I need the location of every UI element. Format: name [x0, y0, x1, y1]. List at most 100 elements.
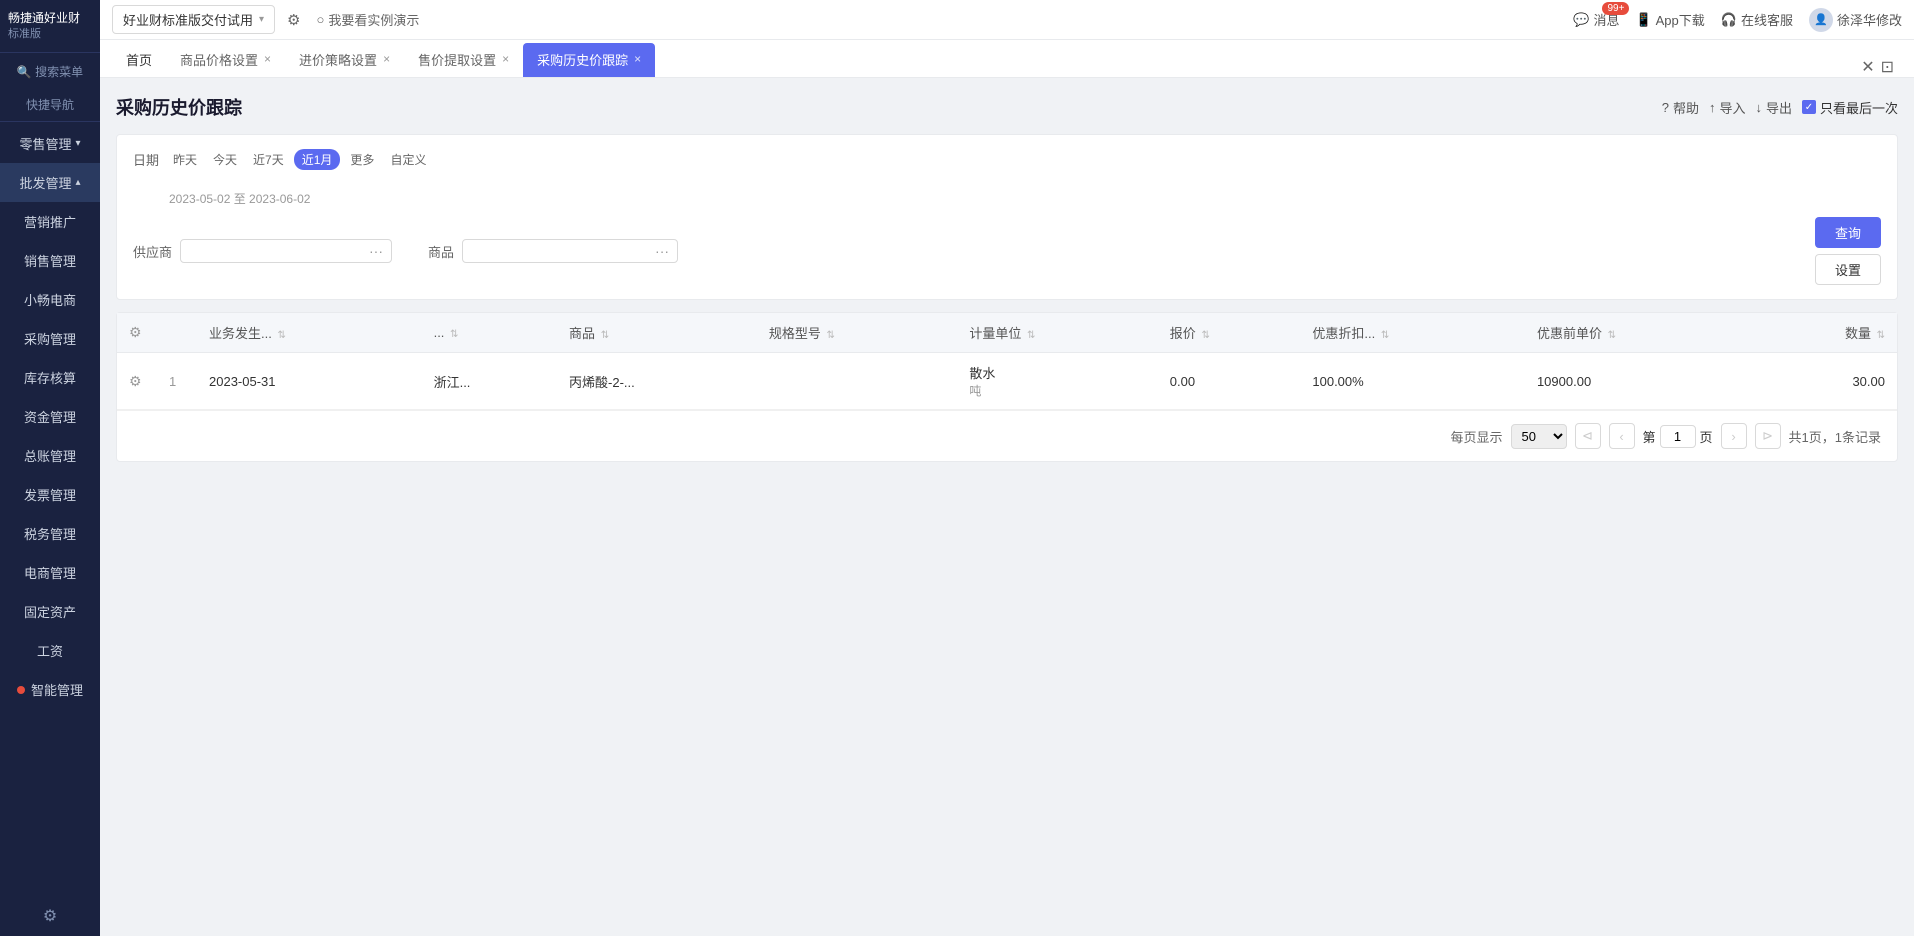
prev-page-button[interactable]: ‹	[1609, 423, 1635, 449]
topbar: 好业财标准版交付试用 ▾ ⚙ ○ 我要看实例演示 💬 消息 99+ 📱 App下…	[100, 0, 1914, 40]
product-input-wrap[interactable]: ···	[462, 239, 678, 263]
query-button[interactable]: 查询	[1815, 217, 1881, 248]
product-input[interactable]	[471, 244, 651, 259]
topbar-right: 💬 消息 99+ 📱 App下载 🎧 在线客服 👤 徐泽华修改	[1573, 8, 1902, 32]
tab-purchase-history[interactable]: 采购历史价跟踪 ×	[523, 43, 655, 77]
sort-icon[interactable]: ⇅	[1608, 330, 1616, 341]
dot-indicator	[17, 686, 25, 694]
filter-section: 日期 昨天 今天 近7天 近1月 更多 自定义 2023-05-02 至 202…	[116, 134, 1898, 300]
filter-settings-button[interactable]: 设置	[1815, 254, 1881, 285]
sidebar-item-marketing[interactable]: 营销推广	[0, 202, 100, 241]
page-number-input[interactable]	[1660, 425, 1696, 448]
sidebar-item-purchase[interactable]: 采购管理	[0, 319, 100, 358]
close-window-icon[interactable]: ✕	[1861, 57, 1874, 77]
demo-link[interactable]: ○ 我要看实例演示	[317, 10, 420, 29]
tab-bar: 首页 商品价格设置 × 进价策略设置 × 售价提取设置 × 采购历史价跟踪 × …	[100, 40, 1914, 78]
close-icon[interactable]: ×	[634, 52, 641, 66]
chevron-up-icon: ▴	[75, 177, 80, 188]
first-page-button[interactable]: ⊲	[1575, 423, 1601, 449]
sort-icon[interactable]: ⇅	[450, 329, 458, 340]
page-header: 采购历史价跟踪 ? 帮助 ↑ 导入 ↓ 导出 ✓ 只看最后一次	[116, 94, 1898, 120]
headset-icon: 🎧	[1721, 12, 1737, 28]
supplier-input[interactable]	[189, 244, 365, 259]
chevron-down-icon: ▾	[75, 138, 80, 149]
tab-home[interactable]: 首页	[112, 43, 166, 77]
date-btn-more[interactable]: 更多	[344, 149, 380, 170]
sidebar-quicknav[interactable]: 快捷导航	[0, 90, 100, 119]
sidebar-item-sales[interactable]: 销售管理	[0, 241, 100, 280]
per-page-label: 每页显示	[1450, 427, 1502, 446]
help-button[interactable]: ? 帮助	[1662, 98, 1699, 117]
product-label: 商品	[428, 242, 454, 261]
tab-product-price[interactable]: 商品价格设置 ×	[166, 43, 285, 77]
message-icon: 💬	[1573, 12, 1589, 28]
date-btn-7days[interactable]: 近7天	[247, 149, 290, 170]
export-button[interactable]: ↓ 导出	[1755, 98, 1792, 117]
date-label: 日期	[133, 150, 159, 169]
online-service-button[interactable]: 🎧 在线客服	[1721, 10, 1793, 29]
sidebar-item-retail[interactable]: 零售管理 ▾	[0, 124, 100, 163]
message-badge: 99+	[1602, 2, 1629, 15]
last-page-button[interactable]: ⊳	[1755, 423, 1781, 449]
expand-window-icon[interactable]: ⊡	[1881, 57, 1894, 77]
import-button[interactable]: ↑ 导入	[1709, 98, 1746, 117]
search-icon: 🔍	[17, 65, 32, 79]
avatar: 👤	[1809, 8, 1833, 32]
date-filter-group: 日期 昨天 今天 近7天 近1月 更多 自定义	[133, 149, 432, 170]
sidebar-item-payroll[interactable]: 工资	[0, 631, 100, 670]
table-gear-icon[interactable]: ⚙	[129, 324, 142, 340]
sidebar-item-ai[interactable]: 智能管理	[0, 670, 100, 709]
sidebar-item-finance[interactable]: 资金管理	[0, 397, 100, 436]
sidebar-item-inventory[interactable]: 库存核算	[0, 358, 100, 397]
sort-icon[interactable]: ⇅	[1381, 330, 1389, 341]
date-range-display: 2023-05-02 至 2023-06-02	[169, 190, 1881, 207]
supplier-label: 供应商	[133, 242, 172, 261]
sort-icon[interactable]: ⇅	[827, 330, 835, 341]
supplier-ellipsis-icon[interactable]: ···	[369, 243, 383, 259]
sort-icon[interactable]: ⇅	[1877, 330, 1885, 341]
sidebar-item-assets[interactable]: 固定资产	[0, 592, 100, 631]
date-btn-today[interactable]: 今天	[207, 149, 243, 170]
app-name: 畅捷通好业财 标准版	[8, 10, 92, 42]
settings-icon[interactable]: ⚙	[43, 908, 57, 925]
sort-icon[interactable]: ⇅	[601, 330, 609, 341]
close-icon[interactable]: ×	[264, 52, 271, 66]
user-menu-button[interactable]: 👤 徐泽华修改	[1809, 8, 1902, 32]
sort-icon[interactable]: ⇅	[1027, 330, 1035, 341]
tab-purchase-strategy[interactable]: 进价策略设置 ×	[285, 43, 404, 77]
product-ellipsis-icon[interactable]: ···	[655, 243, 669, 259]
close-icon[interactable]: ×	[502, 52, 509, 66]
row-gear-icon[interactable]: ⚙	[129, 373, 142, 389]
page-title: 采购历史价跟踪	[116, 94, 242, 120]
col-gear: ⚙	[117, 313, 157, 353]
edition-selector[interactable]: 好业财标准版交付试用 ▾	[112, 5, 275, 34]
per-page-select[interactable]: 20 50 100	[1511, 424, 1567, 449]
sidebar-item-invoice[interactable]: 发票管理	[0, 475, 100, 514]
cell-discount: 100.00%	[1300, 353, 1525, 410]
topbar-gear-icon[interactable]: ⚙	[287, 11, 300, 29]
sidebar-item-tax[interactable]: 税务管理	[0, 514, 100, 553]
play-icon: ○	[317, 12, 325, 27]
close-icon[interactable]: ×	[383, 52, 390, 66]
sidebar-search[interactable]: 🔍 搜索菜单	[0, 53, 100, 90]
tab-price-extract[interactable]: 售价提取设置 ×	[404, 43, 523, 77]
next-page-button[interactable]: ›	[1721, 423, 1747, 449]
table-row: ⚙ 1 2023-05-31 浙江... 丙烯酸-2-... 散水 吨 0.00…	[117, 353, 1897, 410]
chevron-down-icon: ▾	[259, 14, 264, 25]
sort-icon[interactable]: ⇅	[277, 330, 285, 341]
sort-icon[interactable]: ⇅	[1201, 330, 1209, 341]
cell-pre-discount: 10900.00	[1525, 353, 1754, 410]
col-num	[157, 313, 197, 353]
sidebar-item-ecommerce-small[interactable]: 小畅电商	[0, 280, 100, 319]
supplier-input-wrap[interactable]: ···	[180, 239, 392, 263]
date-btn-1month[interactable]: 近1月	[294, 149, 341, 170]
message-button[interactable]: 💬 消息 99+	[1573, 10, 1619, 29]
sidebar-item-ledger[interactable]: 总账管理	[0, 436, 100, 475]
last-only-checkbox-label[interactable]: ✓ 只看最后一次	[1802, 98, 1898, 117]
col-pre-discount: 优惠前单价 ⇅	[1525, 313, 1754, 353]
date-btn-yesterday[interactable]: 昨天	[167, 149, 203, 170]
app-download-button[interactable]: 📱 App下载	[1635, 10, 1704, 29]
sidebar-item-ecommerce[interactable]: 电商管理	[0, 553, 100, 592]
date-btn-custom[interactable]: 自定义	[384, 149, 432, 170]
sidebar-item-wholesale[interactable]: 批发管理 ▴	[0, 163, 100, 202]
